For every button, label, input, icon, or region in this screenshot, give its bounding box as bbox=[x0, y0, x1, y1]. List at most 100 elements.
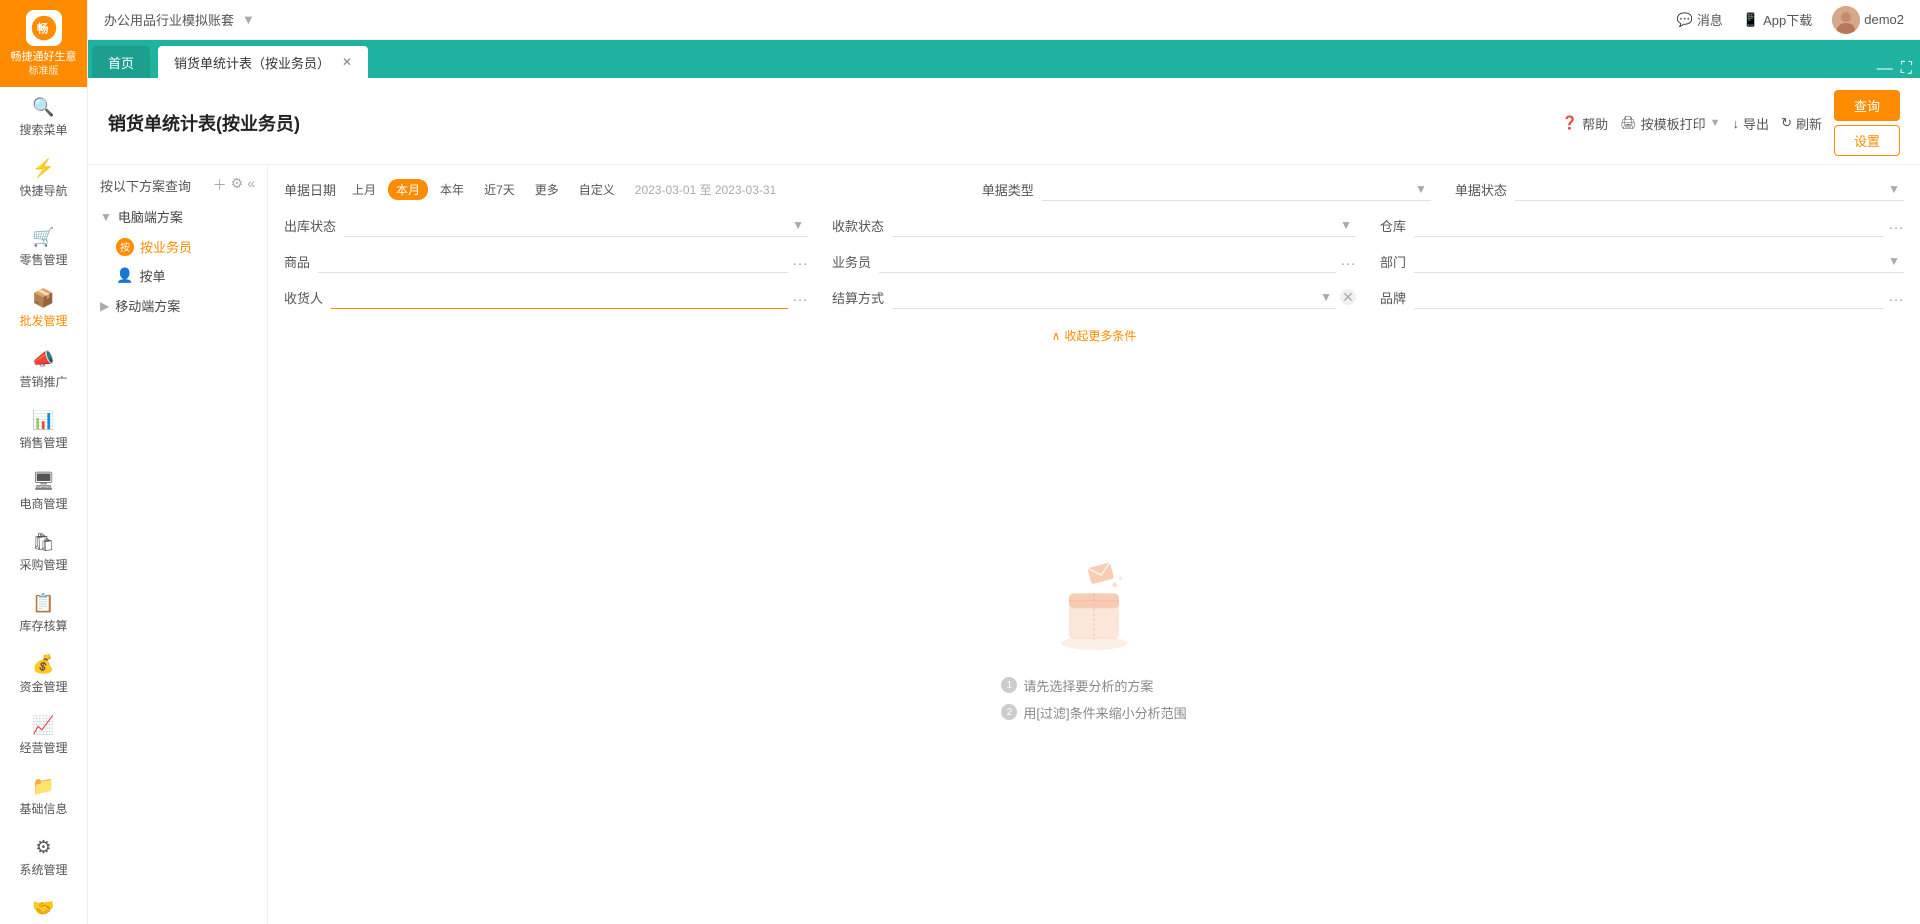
date-label: 单据日期 bbox=[284, 180, 336, 199]
add-scheme-btn[interactable]: ＋ bbox=[213, 175, 227, 195]
tab-close-icon[interactable]: ✕ bbox=[342, 55, 352, 69]
tree-desktop-node[interactable]: ▼ 电脑端方案 bbox=[88, 201, 267, 232]
refresh-btn[interactable]: ↻ 刷新 bbox=[1781, 114, 1822, 133]
tree-mobile-node[interactable]: ▶ 移动端方案 bbox=[88, 290, 267, 321]
sidebar-item-purchase[interactable]: 🛍 采购管理 bbox=[0, 522, 87, 583]
settings-button[interactable]: 设置 bbox=[1834, 125, 1900, 156]
retail-icon: 🛒 bbox=[32, 227, 54, 248]
date-tab-custom[interactable]: 自定义 bbox=[571, 179, 623, 200]
empty-tip-2: 2 用[过滤]条件来缩小分析范围 bbox=[1001, 703, 1186, 722]
date-tab-more[interactable]: 更多 bbox=[527, 179, 567, 200]
tree-mobile-expand-icon: ▶ bbox=[100, 299, 109, 313]
sidebar-item-sales[interactable]: 📊 销售管理 bbox=[0, 400, 87, 461]
body-split: 按以下方案查询 ＋ ⚙ « ▼ 电脑端方案 按 按业务员 👤 bbox=[88, 165, 1920, 924]
sidebar-item-base-info[interactable]: 📁 基础信息 bbox=[0, 766, 87, 827]
username: demo2 bbox=[1864, 12, 1904, 27]
sidebar-item-ecommerce[interactable]: 🖥 电商管理 bbox=[0, 461, 87, 522]
salesperson-input[interactable] bbox=[879, 249, 1336, 273]
sidebar-item-label: 资金管理 bbox=[19, 678, 67, 695]
doc-type-select-wrap: ▼ bbox=[1042, 177, 1431, 201]
person-icon: 👤 bbox=[116, 267, 133, 284]
tree-child-salesperson-label: 按业务员 bbox=[140, 237, 192, 256]
company-dropdown-icon[interactable]: ▼ bbox=[242, 12, 255, 27]
tip-num-1: 1 bbox=[1001, 677, 1017, 693]
query-button[interactable]: 查询 bbox=[1834, 90, 1900, 121]
export-btn[interactable]: ↓ 导出 bbox=[1733, 114, 1770, 133]
collapse-chevron-icon: ∧ bbox=[1052, 329, 1061, 343]
app-name: 畅捷通好生意 bbox=[11, 50, 77, 65]
date-tab-this-year[interactable]: 本年 bbox=[432, 179, 472, 200]
sidebar-item-finance[interactable]: 💰 资金管理 bbox=[0, 644, 87, 705]
tree-child-order[interactable]: 👤 按单 bbox=[88, 261, 267, 290]
main-area: 办公用品行业模拟账套 ▼ 💬 消息 📱 App下载 de bbox=[88, 0, 1920, 924]
out-status-select[interactable] bbox=[344, 213, 808, 236]
refresh-icon: ↻ bbox=[1781, 115, 1792, 131]
tab-fullscreen-icon[interactable]: ⛶ bbox=[1901, 60, 1912, 78]
sidebar-item-system[interactable]: ⚙ 系统管理 bbox=[0, 827, 87, 888]
receiver-more-icon[interactable]: … bbox=[792, 289, 808, 305]
sidebar-item-label: 营销推广 bbox=[19, 373, 67, 390]
settle-method-clear-btn[interactable]: ✕ bbox=[1340, 289, 1356, 305]
department-select[interactable] bbox=[1414, 249, 1904, 272]
goods-input[interactable] bbox=[318, 249, 788, 273]
edit-scheme-btn[interactable]: ⚙ bbox=[231, 175, 244, 195]
user-avatar-btn[interactable]: demo2 bbox=[1832, 6, 1904, 34]
tab-sales-stats[interactable]: 销货单统计表（按业务员） ✕ bbox=[158, 46, 368, 78]
left-panel: 按以下方案查询 ＋ ⚙ « ▼ 电脑端方案 按 按业务员 👤 bbox=[88, 165, 268, 924]
salesperson-more-icon[interactable]: … bbox=[1340, 253, 1356, 269]
settle-method-select-wrap: ▼ bbox=[892, 285, 1336, 309]
goods-more-icon[interactable]: … bbox=[792, 253, 808, 269]
filter-out-status: 出库状态 ▼ bbox=[284, 213, 808, 237]
tree-child-salesperson[interactable]: 按 按业务员 bbox=[88, 232, 267, 261]
sidebar-item-wholesale[interactable]: 📦 批发管理 bbox=[0, 278, 87, 339]
search-icon: 🔍 bbox=[32, 97, 54, 118]
date-tab-this-month[interactable]: 本月 bbox=[388, 179, 428, 200]
collapse-btn[interactable]: ∧ 收起更多条件 bbox=[284, 321, 1904, 346]
receipt-status-select[interactable] bbox=[892, 213, 1356, 236]
brand-more-icon[interactable]: … bbox=[1888, 289, 1904, 305]
sidebar-item-enterprise[interactable]: 🤝 企业协同 bbox=[0, 888, 87, 924]
brand-input[interactable] bbox=[1414, 285, 1884, 309]
topbar-right: 💬 消息 📱 App下载 demo2 bbox=[1677, 6, 1904, 34]
help-btn[interactable]: ❓ 帮助 bbox=[1562, 114, 1608, 133]
warehouse-input[interactable] bbox=[1414, 213, 1884, 237]
sidebar-item-retail[interactable]: 🛒 零售管理 bbox=[0, 217, 87, 278]
sidebar-item-quicknav[interactable]: ⚡ 快捷导航 bbox=[0, 148, 87, 209]
warehouse-more-icon[interactable]: … bbox=[1888, 217, 1904, 233]
brand-label: 品牌 bbox=[1380, 288, 1406, 307]
empty-state: 1 请先选择要分析的方案 2 用[过滤]条件来缩小分析范围 bbox=[1001, 560, 1186, 722]
tab-home[interactable]: 首页 bbox=[92, 46, 150, 78]
sales-icon: 📊 bbox=[32, 410, 54, 431]
print-icon: 🖨 bbox=[1620, 115, 1637, 131]
receiver-label: 收货人 bbox=[284, 288, 323, 307]
content-area: 销货单统计表(按业务员) ❓ 帮助 🖨 按模板打印 ▼ ↓ 导出 ↻ 刷新 bbox=[88, 78, 1920, 924]
date-tab-7days[interactable]: 近7天 bbox=[476, 179, 523, 200]
wholesale-icon: 📦 bbox=[32, 288, 54, 309]
doc-type-select[interactable] bbox=[1042, 177, 1431, 200]
warehouse-label: 仓库 bbox=[1380, 216, 1406, 235]
settle-method-select[interactable] bbox=[892, 285, 1336, 308]
sidebar-item-marketing[interactable]: 📣 营销推广 bbox=[0, 339, 87, 400]
sidebar-item-label: 搜索菜单 bbox=[19, 121, 67, 138]
avatar bbox=[1832, 6, 1860, 34]
message-btn[interactable]: 💬 消息 bbox=[1677, 10, 1723, 29]
tab-bar: 首页 销货单统计表（按业务员） ✕ — ⛶ bbox=[88, 40, 1920, 78]
app-download-btn[interactable]: 📱 App下载 bbox=[1743, 10, 1812, 29]
collapse-label: 收起更多条件 bbox=[1064, 327, 1136, 344]
receiver-input[interactable] bbox=[331, 285, 788, 309]
doc-type-label: 单据类型 bbox=[982, 180, 1034, 199]
export-icon: ↓ bbox=[1733, 116, 1740, 131]
tab-sales-stats-label: 销货单统计表（按业务员） bbox=[174, 53, 330, 72]
tab-minimize-icon[interactable]: — bbox=[1877, 60, 1893, 78]
sidebar-item-inventory[interactable]: 📋 库存核算 bbox=[0, 583, 87, 644]
date-tab-last-month[interactable]: 上月 bbox=[344, 179, 384, 200]
doc-status-select[interactable] bbox=[1515, 177, 1904, 200]
collapse-panel-btn[interactable]: « bbox=[247, 175, 255, 195]
tip-num-2: 2 bbox=[1001, 704, 1017, 720]
print-btn[interactable]: 🖨 按模板打印 ▼ bbox=[1620, 114, 1720, 133]
finance-icon: 💰 bbox=[32, 654, 54, 675]
empty-illustration bbox=[1044, 560, 1144, 660]
sidebar-item-search[interactable]: 🔍 搜索菜单 bbox=[0, 87, 87, 148]
filter-doc-status: 单据状态 ▼ bbox=[1455, 177, 1904, 201]
sidebar-item-business[interactable]: 📈 经营管理 bbox=[0, 705, 87, 766]
